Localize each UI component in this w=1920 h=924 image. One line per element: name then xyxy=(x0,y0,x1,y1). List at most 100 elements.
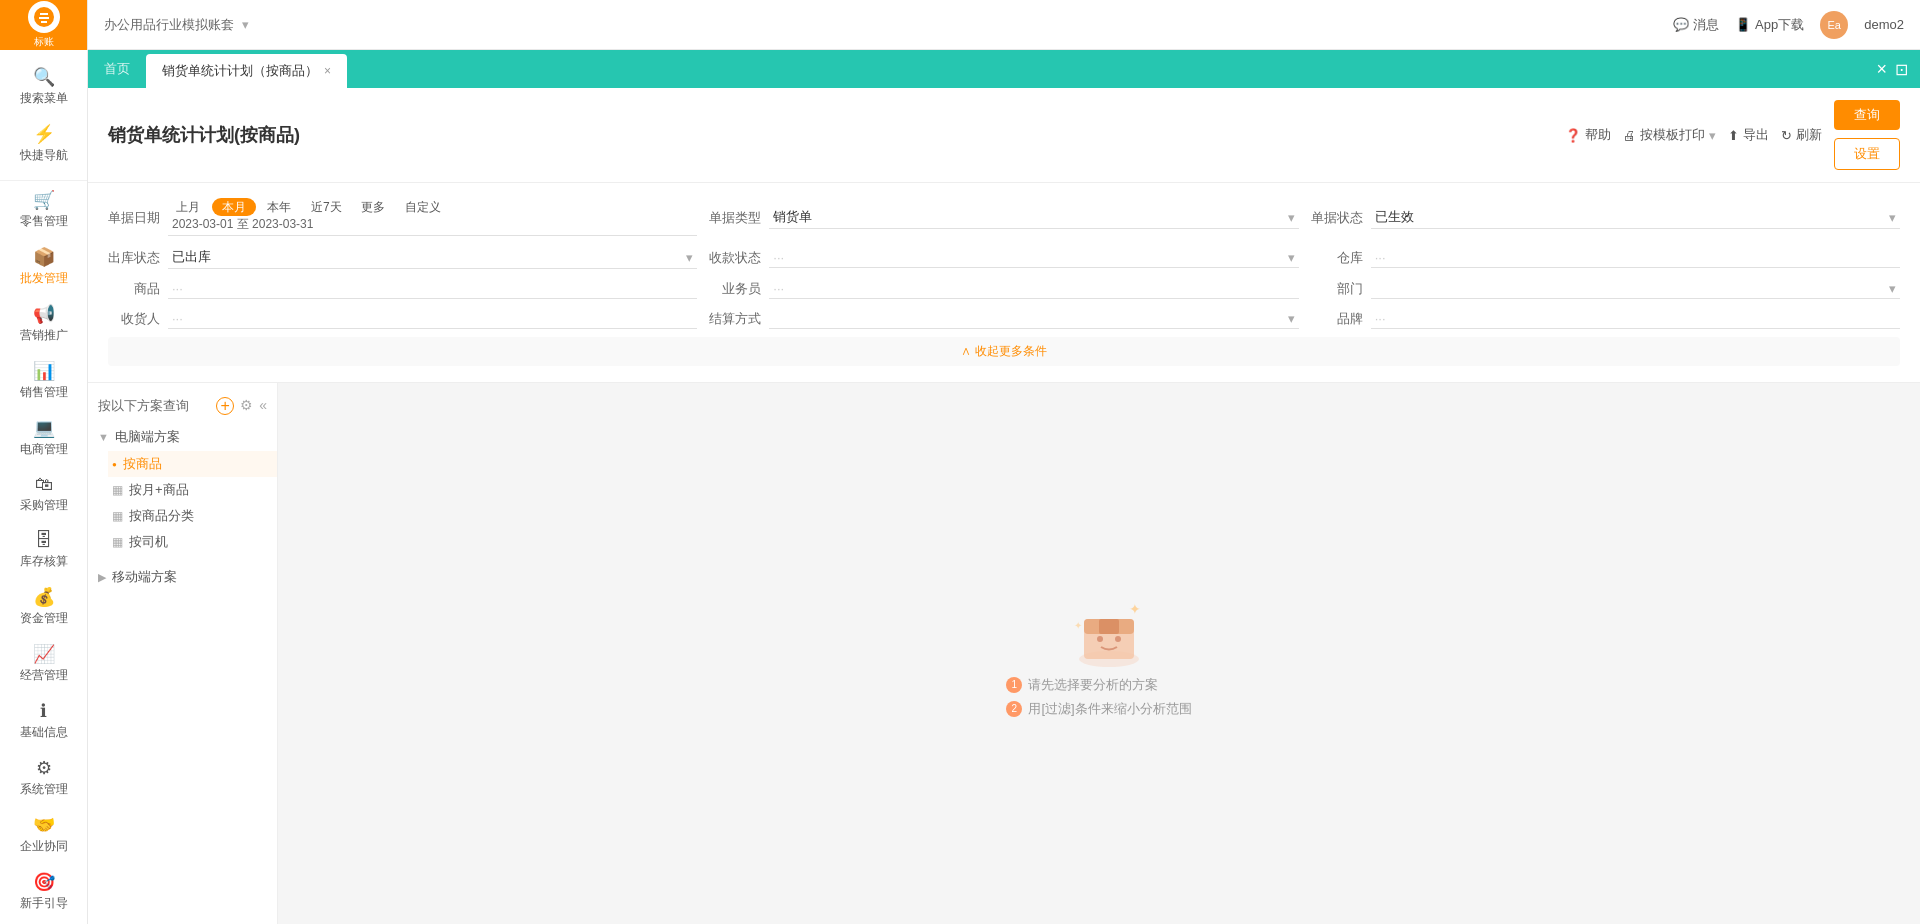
out-value: 已出库 xyxy=(172,248,211,266)
date-tag-thismonth[interactable]: 本月 xyxy=(212,198,256,216)
tree-sub-items: ● 按商品 ▦ 按月+商品 ▦ 按商品分类 ▦ 按司机 xyxy=(88,451,277,555)
print-btn[interactable]: 🖨 按模板打印 ▾ xyxy=(1623,126,1716,144)
goods-label: 商品 xyxy=(108,280,168,298)
out-filter-value[interactable]: 已出库 ▾ xyxy=(168,246,697,269)
tree-item-by-month-goods[interactable]: ▦ 按月+商品 xyxy=(108,477,277,503)
sidebar-item-marketing[interactable]: 📢 营销推广 xyxy=(0,295,87,352)
dept-filter-value[interactable]: ▾ xyxy=(1371,279,1900,299)
sidebar-item-ecommerce[interactable]: 💻 电商管理 xyxy=(0,409,87,466)
filter-payment-group: 收款状态 ··· ▾ xyxy=(709,246,1298,269)
settlement-filter-value[interactable]: ▾ xyxy=(769,309,1298,329)
goods-filter-value[interactable]: ··· xyxy=(168,279,697,299)
query-button[interactable]: 查询 xyxy=(1834,100,1900,130)
message-btn[interactable]: 💬 消息 xyxy=(1673,16,1719,34)
sidebar-item-operations[interactable]: 📈 经营管理 xyxy=(0,635,87,692)
status-value: 已生效 xyxy=(1375,208,1414,226)
filter-recipient-group: 收货人 ··· xyxy=(108,309,697,329)
logo[interactable]: 标账 xyxy=(0,0,87,50)
sidebar: 标账 🔍 搜索菜单 ⚡ 快捷导航 🛒 零售管理 📦 批发管理 📢 营销推广 📊 … xyxy=(0,0,88,924)
wholesale-icon: 📦 xyxy=(33,246,55,268)
warehouse-filter-value[interactable]: ··· xyxy=(1371,248,1900,268)
tree-item-active-icon: ● xyxy=(112,460,117,469)
sidebar-label-marketing: 营销推广 xyxy=(20,327,68,344)
content: 销货单统计计划(按商品) ❓ 帮助 🖨 按模板打印 ▾ ⬆ 导出 ↻ 刷新 xyxy=(88,88,1920,924)
main-area: 办公用品行业模拟账套 ▾ 💬 消息 📱 App下载 Ea demo2 首页 销货… xyxy=(88,0,1920,924)
print-label: 按模板打印 xyxy=(1640,126,1705,144)
window-close-icon[interactable]: × xyxy=(1876,59,1887,80)
tab-active[interactable]: 销货单统计计划（按商品） × xyxy=(146,54,347,88)
sidebar-label-operations: 经营管理 xyxy=(20,667,68,684)
sidebar-item-wholesale[interactable]: 📦 批发管理 xyxy=(0,238,87,295)
sidebar-item-purchase[interactable]: 🛍 采购管理 xyxy=(0,466,87,522)
sidebar-item-basicinfo[interactable]: ℹ 基础信息 xyxy=(0,692,87,749)
salesperson-filter-value[interactable]: ··· xyxy=(769,279,1298,299)
page-title: 销货单统计计划(按商品) xyxy=(108,123,300,147)
avatar[interactable]: Ea xyxy=(1820,11,1848,39)
add-scheme-icon[interactable]: + xyxy=(216,397,234,415)
ecommerce-icon: 💻 xyxy=(33,417,55,439)
out-label: 出库状态 xyxy=(108,249,168,267)
date-range: 2023-03-01 至 2023-03-31 xyxy=(172,216,697,233)
collapse-btn[interactable]: ∧ 收起更多条件 xyxy=(108,337,1900,366)
filter-area: 单据日期 上月 本月 本年 近7天 更多 自定义 2023-03-01 至 20… xyxy=(88,183,1920,383)
sidebar-label-search: 搜索菜单 xyxy=(20,90,68,107)
top-header: 办公用品行业模拟账套 ▾ 💬 消息 📱 App下载 Ea demo2 xyxy=(88,0,1920,50)
app-download-btn[interactable]: 📱 App下载 xyxy=(1735,16,1804,34)
settings-button[interactable]: 设置 xyxy=(1834,138,1900,170)
sidebar-search-section: 🔍 搜索菜单 ⚡ 快捷导航 xyxy=(0,50,87,181)
left-panel: 按以下方案查询 + ⚙ « ▼ 电脑端方案 ● 按商品 xyxy=(88,383,278,924)
help-btn[interactable]: ❓ 帮助 xyxy=(1565,126,1611,144)
sidebar-item-finance[interactable]: 💰 资金管理 xyxy=(0,578,87,635)
export-btn[interactable]: ⬆ 导出 xyxy=(1728,126,1769,144)
brand-filter-value[interactable]: ··· xyxy=(1371,309,1900,329)
tree-item-by-driver[interactable]: ▦ 按司机 xyxy=(108,529,277,555)
window-restore-icon[interactable]: ⊡ xyxy=(1895,60,1908,79)
sidebar-item-inventory[interactable]: 🗄 库存核算 xyxy=(0,522,87,578)
date-tag-custom[interactable]: 自定义 xyxy=(397,198,449,216)
tree-item-label-goods: 按商品 xyxy=(123,455,162,473)
logo-icon xyxy=(28,1,60,33)
tab-close-icon[interactable]: × xyxy=(324,64,331,78)
warehouse-dots: ··· xyxy=(1375,250,1386,265)
sidebar-item-retail[interactable]: 🛒 零售管理 xyxy=(0,181,87,238)
tree-section-mobile[interactable]: ▶ 移动端方案 xyxy=(88,563,277,591)
sidebar-item-system[interactable]: ⚙ 系统管理 xyxy=(0,749,87,806)
content-body: 按以下方案查询 + ⚙ « ▼ 电脑端方案 ● 按商品 xyxy=(88,383,1920,924)
sidebar-label-inventory: 库存核算 xyxy=(20,553,68,570)
tree-item-by-goods[interactable]: ● 按商品 xyxy=(108,451,277,477)
settlement-label: 结算方式 xyxy=(709,310,769,328)
sidebar-label-wholesale: 批发管理 xyxy=(20,270,68,287)
payment-filter-value[interactable]: ··· ▾ xyxy=(769,248,1298,268)
settings-scheme-icon[interactable]: ⚙ xyxy=(240,397,253,415)
sidebar-item-collab[interactable]: 🤝 企业协同 xyxy=(0,806,87,863)
user-name[interactable]: demo2 xyxy=(1864,17,1904,32)
filter-out-group: 出库状态 已出库 ▾ xyxy=(108,246,697,269)
refresh-icon: ↻ xyxy=(1781,128,1792,143)
sidebar-item-guide[interactable]: 🎯 新手引导 xyxy=(0,863,87,920)
sidebar-item-sales[interactable]: 📊 销售管理 xyxy=(0,352,87,409)
collapse-panel-icon[interactable]: « xyxy=(259,397,267,415)
status-filter-value[interactable]: 已生效 ▾ xyxy=(1371,206,1900,229)
date-tag-lastmonth[interactable]: 上月 xyxy=(168,198,208,216)
svg-point-6 xyxy=(1115,636,1121,642)
recipient-filter-value[interactable]: ··· xyxy=(168,309,697,329)
step-num-1: 1 xyxy=(1006,677,1022,693)
tab-home[interactable]: 首页 xyxy=(88,50,146,88)
goods-dots: ··· xyxy=(172,281,183,296)
sales-icon: 📊 xyxy=(33,360,55,382)
sidebar-item-search[interactable]: 🔍 搜索菜单 xyxy=(16,58,72,115)
date-tag-more[interactable]: 更多 xyxy=(353,198,393,216)
dropdown-arrow[interactable]: ▾ xyxy=(242,17,249,32)
type-filter-value[interactable]: 销货单 ▾ xyxy=(769,206,1298,229)
operations-icon: 📈 xyxy=(33,643,55,665)
message-icon: 💬 xyxy=(1673,17,1689,32)
filter-settlement-group: 结算方式 ▾ xyxy=(709,309,1298,329)
sidebar-item-appcenter[interactable]: 🔷 应用中心 xyxy=(0,920,87,924)
tab-active-label: 销货单统计计划（按商品） xyxy=(162,62,318,80)
sidebar-item-quicknav[interactable]: ⚡ 快捷导航 xyxy=(16,115,72,172)
payment-value: ··· xyxy=(773,250,784,265)
tree-item-by-category[interactable]: ▦ 按商品分类 xyxy=(108,503,277,529)
date-tag-thisyear[interactable]: 本年 xyxy=(259,198,299,216)
refresh-btn[interactable]: ↻ 刷新 xyxy=(1781,126,1822,144)
date-tag-7days[interactable]: 近7天 xyxy=(303,198,350,216)
